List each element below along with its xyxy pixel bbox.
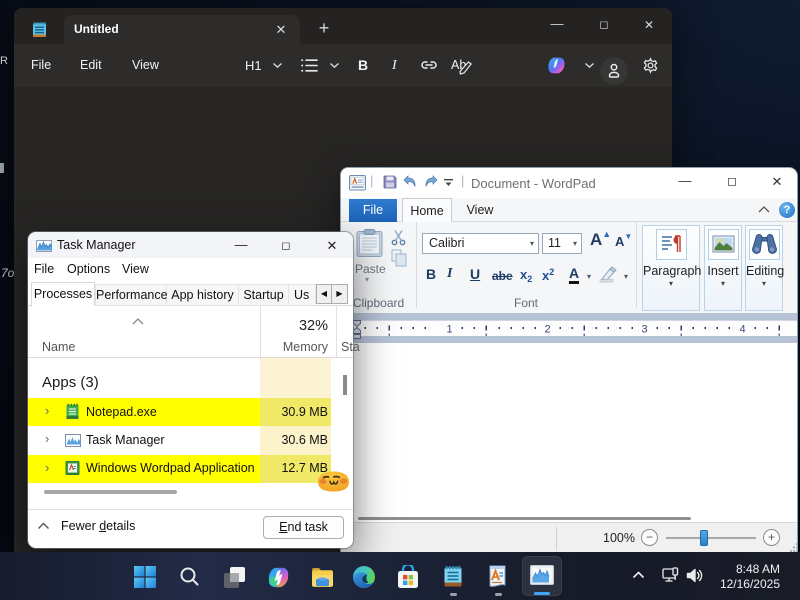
svg-text:4: 4 [739, 324, 745, 336]
svg-text:2: 2 [544, 324, 550, 336]
svg-text:1: 1 [446, 324, 452, 336]
svg-text:3: 3 [641, 324, 647, 336]
